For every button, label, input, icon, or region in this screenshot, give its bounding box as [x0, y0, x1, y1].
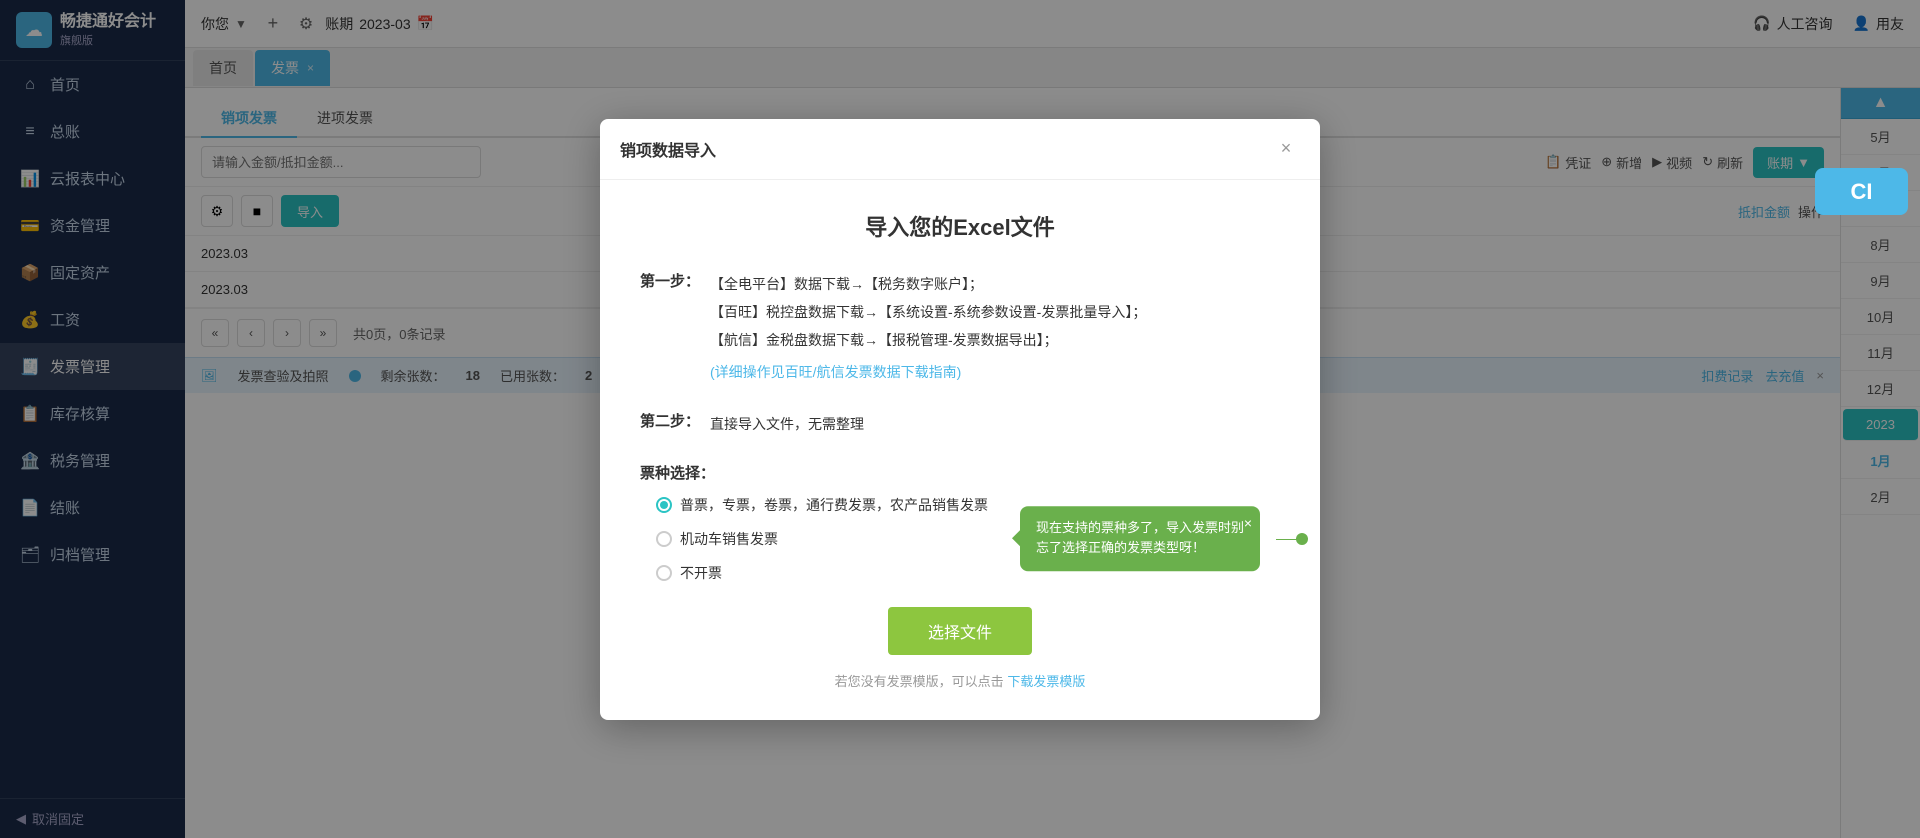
radio-dot-1 [660, 501, 668, 509]
tooltip-connector-dot [1296, 533, 1308, 545]
step-1-link[interactable]: (详细操作见百旺/航信发票数据下载指南) [710, 364, 961, 380]
modal-footer: 若您没有发票模版，可以点击 下载发票模版 [640, 671, 1280, 690]
step-2: 第二步： 直接导入文件，无需整理 [640, 410, 1280, 438]
step-2-text: 直接导入文件，无需整理 [710, 416, 864, 432]
modal-title: 销项数据导入 [620, 137, 716, 161]
tooltip-bubble: × 现在支持的票种多了，导入发票时别忘了选择正确的发票类型呀！ [1020, 506, 1260, 572]
modal-close-button[interactable]: × [1272, 135, 1300, 163]
step-1-link-row: (详细操作见百旺/航信发票数据下载指南) [710, 358, 1146, 386]
modal-overlay: 销项数据导入 × 导入您的Excel文件 第一步： 【全电平台】数据下载→【税务… [0, 0, 1920, 838]
tooltip-close-btn[interactable]: × [1244, 512, 1252, 534]
radio-circle-2 [656, 531, 672, 547]
step-2-row: 第二步： 直接导入文件，无需整理 [640, 410, 1280, 438]
ticket-option-1-label: 普票，专票，卷票，通行费发票，农产品销售发票 [680, 495, 988, 515]
modal-body: 导入您的Excel文件 第一步： 【全电平台】数据下载→【税务数字账户】； 【百… [600, 180, 1320, 720]
radio-circle-3 [656, 565, 672, 581]
ticket-option-2-label: 机动车销售发票 [680, 529, 778, 549]
tooltip-text: 现在支持的票种多了，导入发票时别忘了选择正确的发票类型呀！ [1036, 520, 1244, 556]
ci-badge: CI [1815, 168, 1908, 215]
ticket-label: 票种选择： [640, 465, 715, 482]
radio-group: 普票，专票，卷票，通行费发票，农产品销售发票 机动车销售发票 不开票 [640, 495, 1280, 583]
import-modal: 销项数据导入 × 导入您的Excel文件 第一步： 【全电平台】数据下载→【税务… [600, 119, 1320, 720]
step-2-detail: 直接导入文件，无需整理 [710, 410, 864, 438]
download-template-link[interactable]: 下载发票模版 [1007, 674, 1085, 689]
step-1-line-2: 【百旺】税控盘数据下载→【系统设置-系统参数设置-发票批量导入】； [710, 298, 1146, 326]
step-2-label: 第二步： [640, 410, 700, 431]
modal-header: 销项数据导入 × [600, 119, 1320, 180]
ticket-option-3-label: 不开票 [680, 563, 722, 583]
step-1: 第一步： 【全电平台】数据下载→【税务数字账户】； 【百旺】税控盘数据下载→【系… [640, 270, 1280, 386]
radio-circle-1 [656, 497, 672, 513]
footer-text: 若您没有发票模版，可以点击 [835, 674, 1004, 689]
step-1-line-1: 【全电平台】数据下载→【税务数字账户】； [710, 270, 1146, 298]
select-file-label: 选择文件 [928, 625, 992, 642]
ci-label: CI [1851, 179, 1873, 205]
select-file-button[interactable]: 选择文件 [888, 607, 1032, 655]
step-1-detail: 【全电平台】数据下载→【税务数字账户】； 【百旺】税控盘数据下载→【系统设置-系… [710, 270, 1146, 386]
step-1-label: 第一步： [640, 270, 700, 291]
modal-big-title: 导入您的Excel文件 [640, 210, 1280, 242]
ticket-select: 票种选择： 普票，专票，卷票，通行费发票，农产品销售发票 机动车销售发票 [640, 462, 1280, 583]
step-1-line-3: 【航信】金税盘数据下载→【报税管理-发票数据导出】； [710, 326, 1146, 354]
step-1-row: 第一步： 【全电平台】数据下载→【税务数字账户】； 【百旺】税控盘数据下载→【系… [640, 270, 1280, 386]
